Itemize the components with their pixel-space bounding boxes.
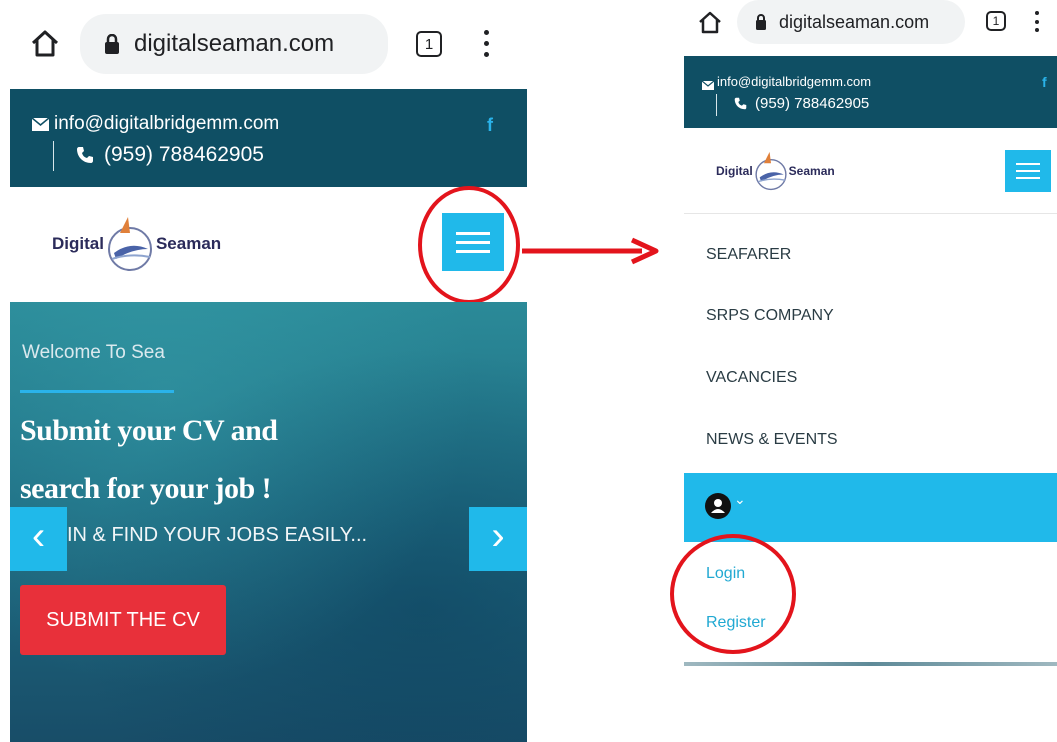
site-logo[interactable]: Digital Seaman (716, 148, 835, 194)
address-bar[interactable]: digitalseaman.com (80, 14, 388, 74)
home-icon[interactable] (30, 28, 60, 58)
more-menu-icon[interactable] (482, 30, 490, 57)
hero-headline-line1: Submit your CV and (20, 414, 278, 447)
facebook-icon[interactable]: f (1042, 74, 1047, 90)
hero-banner: Welcome To Sea Submit your CV and search… (10, 302, 527, 742)
ship-logo-icon (106, 213, 154, 275)
menu-item-vacancies[interactable]: VACANCIES (706, 369, 797, 387)
mail-icon (31, 116, 50, 131)
phone-icon (734, 97, 747, 110)
transition-arrow-icon (520, 236, 660, 266)
contact-phone[interactable]: (959) 788462905 (755, 95, 869, 112)
contact-divider (716, 94, 717, 116)
bottom-divider (684, 662, 1057, 666)
contact-email[interactable]: info@digitalbridgemm.com (54, 113, 279, 135)
contact-divider (53, 141, 54, 171)
menu-item-seafarer[interactable]: SEAFARER (706, 246, 791, 264)
logo-word-digital: Digital (716, 164, 753, 178)
site-logo[interactable]: Digital Seaman (52, 212, 221, 276)
menu-item-srps-company[interactable]: SRPS COMPANY (706, 307, 834, 325)
tab-count: 1 (424, 35, 434, 53)
tab-switcher-button[interactable]: 1 (986, 11, 1006, 31)
hero-headline-line2: search for your job ! (20, 472, 272, 505)
contact-bar: info@digitalbridgemm.com (959) 788462905… (684, 56, 1057, 128)
logo-word-digital: Digital (52, 234, 104, 253)
lock-icon (104, 33, 120, 54)
url-text: digitalseaman.com (134, 30, 335, 57)
hamburger-menu-button[interactable] (1005, 150, 1051, 192)
contact-email[interactable]: info@digitalbridgemm.com (717, 74, 871, 89)
tab-switcher-button[interactable]: 1 (416, 31, 442, 57)
slider-next-button[interactable]: › (469, 507, 527, 571)
submit-cv-label: SUBMIT THE CV (46, 608, 200, 631)
ship-logo-icon (754, 149, 788, 193)
address-bar[interactable]: digitalseaman.com (737, 0, 965, 44)
url-text: digitalseaman.com (779, 11, 930, 32)
hero-welcome-text: Welcome To Sea (22, 342, 165, 363)
submit-cv-button[interactable]: SUBMIT THE CV (20, 585, 226, 655)
chevron-left-icon: ‹ (31, 514, 46, 558)
logo-word-seaman: Seaman (788, 164, 835, 178)
nav-divider (684, 213, 1057, 214)
phone-icon (76, 146, 94, 164)
user-dropdown-bar[interactable]: ⌄ (684, 473, 1057, 542)
hero-subtitle: IN & FIND YOUR JOBS EASILY... (67, 524, 368, 546)
facebook-icon[interactable]: f (487, 115, 493, 136)
highlight-circle-menu (418, 186, 520, 304)
contact-bar: info@digitalbridgemm.com (959) 788462905… (10, 89, 527, 187)
more-menu-icon[interactable] (1034, 11, 1040, 32)
hero-underline (20, 390, 174, 393)
lock-icon (755, 14, 767, 30)
user-avatar-icon (705, 493, 731, 519)
slider-prev-button[interactable]: ‹ (10, 507, 67, 571)
tab-count: 1 (992, 14, 1000, 28)
home-icon[interactable] (698, 10, 722, 34)
logo-word-seaman: Seaman (155, 234, 222, 253)
chevron-down-icon: ⌄ (734, 491, 746, 507)
highlight-circle-login (670, 534, 796, 654)
menu-item-news-events[interactable]: NEWS & EVENTS (706, 431, 838, 449)
contact-phone[interactable]: (959) 788462905 (104, 143, 264, 167)
mail-icon (701, 77, 715, 90)
chevron-right-icon: › (491, 514, 505, 558)
